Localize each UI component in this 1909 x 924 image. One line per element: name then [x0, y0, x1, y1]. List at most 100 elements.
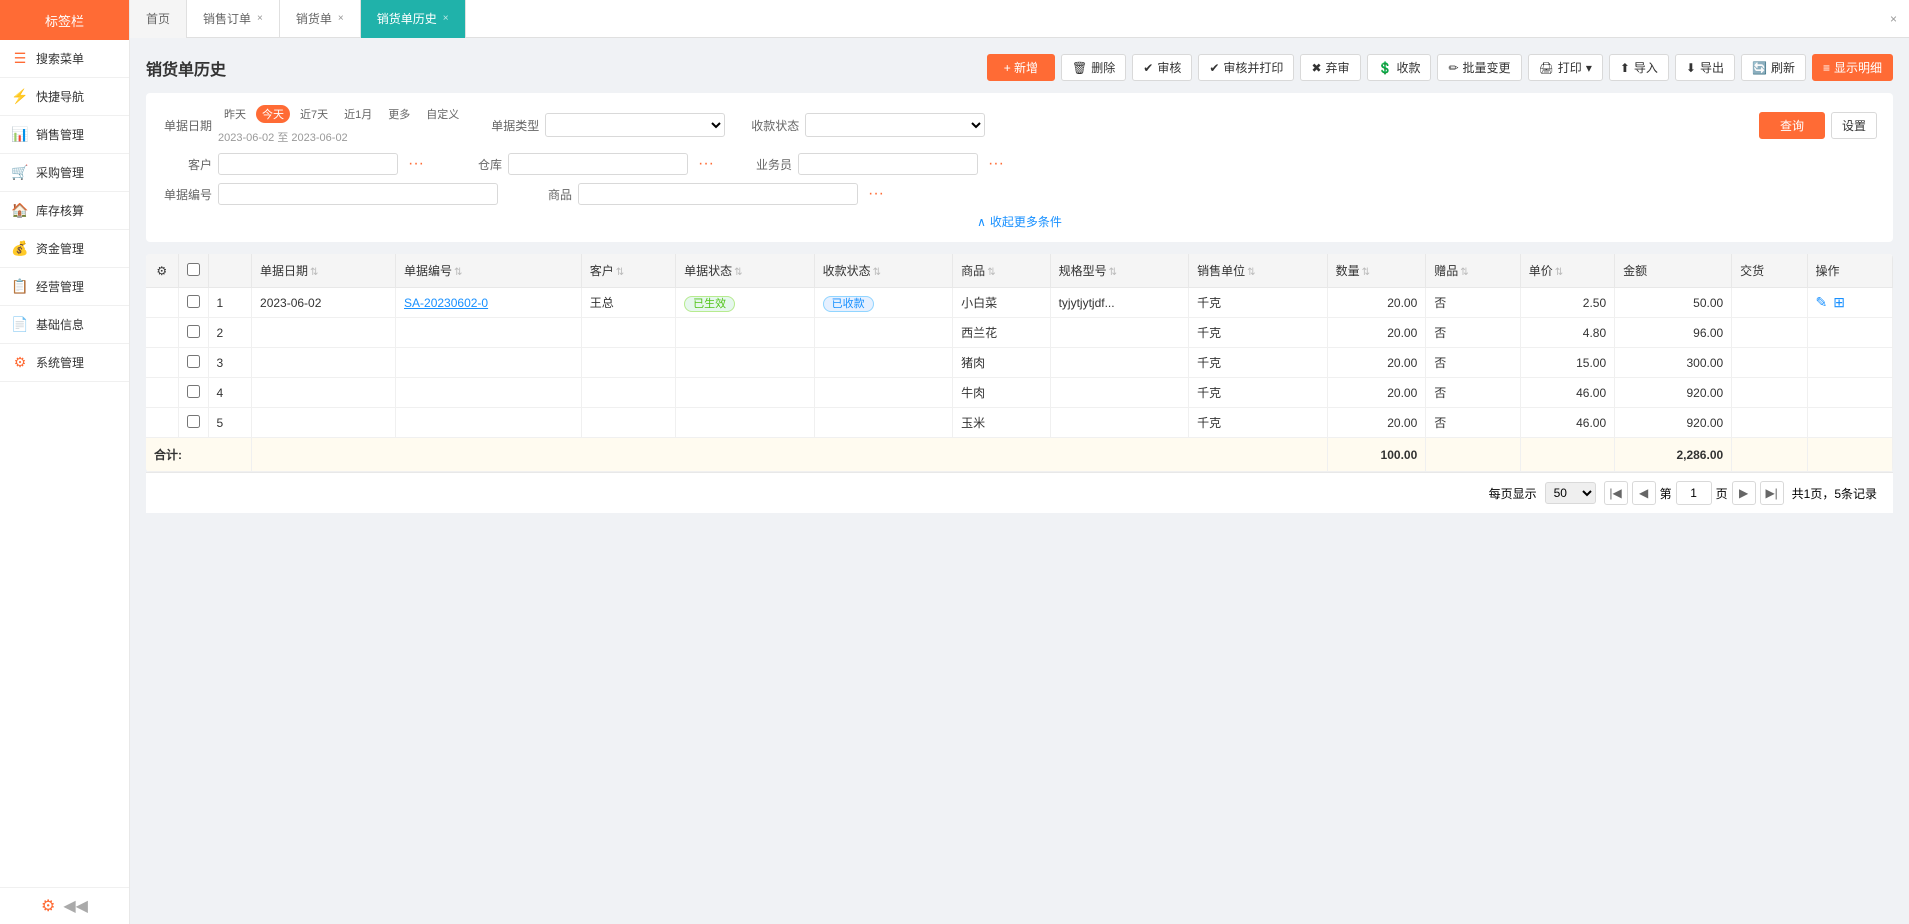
warehouse-dots[interactable]: ···: [694, 155, 718, 173]
th-gift[interactable]: 赠品⇅: [1426, 254, 1520, 288]
shortcut-1month[interactable]: 近1月: [338, 105, 378, 123]
show-detail-button[interactable]: ≡ 显示明细: [1812, 54, 1893, 81]
abandon-button[interactable]: ✖ 弃审: [1300, 54, 1360, 81]
td-checkbox[interactable]: [178, 378, 208, 408]
td-doc-no[interactable]: [396, 408, 582, 438]
doc-type-select[interactable]: [545, 113, 725, 137]
td-qty: 20.00: [1327, 348, 1426, 378]
sidebar-item-purchase-mgmt[interactable]: 🛒 采购管理: [0, 154, 129, 192]
th-qty[interactable]: 数量⇅: [1327, 254, 1426, 288]
th-goods[interactable]: 商品⇅: [953, 254, 1050, 288]
review-print-button[interactable]: ✔ 审核并打印: [1198, 54, 1294, 81]
shortcut-yesterday[interactable]: 昨天: [218, 105, 252, 123]
tab-sales-goods[interactable]: 销货单 ×: [280, 0, 361, 38]
sidebar-item-system-mgmt[interactable]: ⚙ 系统管理: [0, 344, 129, 382]
customer-input[interactable]: [218, 153, 398, 175]
prev-page-button[interactable]: ◀: [1632, 481, 1656, 505]
export-button[interactable]: ⬇ 导出: [1675, 54, 1735, 81]
td-unit: 千克: [1189, 408, 1328, 438]
row-checkbox[interactable]: [187, 325, 200, 338]
sidebar-item-sales-mgmt[interactable]: 📊 销售管理: [0, 116, 129, 154]
td-checkbox[interactable]: [178, 408, 208, 438]
td-doc-no[interactable]: [396, 318, 582, 348]
th-pay-status[interactable]: 收款状态⇅: [814, 254, 953, 288]
new-button[interactable]: + 新增: [987, 54, 1055, 81]
summary-label: 合计:: [146, 438, 252, 472]
first-page-button[interactable]: |◀: [1604, 481, 1628, 505]
th-date[interactable]: 单据日期⇅: [252, 254, 396, 288]
shortcut-more[interactable]: 更多: [382, 105, 416, 123]
doc-no-input[interactable]: [218, 183, 498, 205]
last-page-button[interactable]: ▶|: [1760, 481, 1784, 505]
sidebar-item-quick-nav[interactable]: ⚡ 快捷导航: [0, 78, 129, 116]
customer-dots[interactable]: ···: [404, 155, 428, 173]
next-page-button[interactable]: ▶: [1732, 481, 1756, 505]
collapse-button[interactable]: ∧ 收起更多条件: [162, 213, 1877, 230]
th-unit[interactable]: 销售单位⇅: [1189, 254, 1328, 288]
td-customer: [581, 408, 675, 438]
td-checkbox[interactable]: [178, 348, 208, 378]
tab-home[interactable]: 首页: [130, 0, 187, 38]
warehouse-input[interactable]: [508, 153, 688, 175]
sidebar-item-search-menu[interactable]: ☰ 搜索菜单: [0, 40, 129, 78]
select-all-checkbox[interactable]: [187, 263, 200, 276]
print-button[interactable]: 🖨 打印 ▾: [1528, 54, 1603, 81]
shortcut-custom[interactable]: 自定义: [420, 105, 465, 123]
shortcut-7days[interactable]: 近7天: [294, 105, 334, 123]
td-checkbox[interactable]: [178, 318, 208, 348]
batch-change-button[interactable]: ✏ 批量变更: [1437, 54, 1521, 81]
tab-close-sales-history[interactable]: ×: [443, 13, 449, 24]
tab-sales-order[interactable]: 销售订单 ×: [187, 0, 280, 38]
import-button[interactable]: ⬆ 导入: [1609, 54, 1669, 81]
system-icon: ⚙: [12, 355, 28, 371]
review-button[interactable]: ✔ 审核: [1132, 54, 1192, 81]
row-checkbox[interactable]: [187, 355, 200, 368]
delete-button[interactable]: 🗑 删除: [1061, 54, 1126, 81]
row-checkbox[interactable]: [187, 385, 200, 398]
td-gear: [146, 318, 178, 348]
sidebar-item-finance[interactable]: 💰 资金管理: [0, 230, 129, 268]
goods-dots[interactable]: ···: [864, 185, 888, 203]
sidebar-settings-icon[interactable]: ⚙: [41, 896, 55, 916]
page-size-select[interactable]: 50 100: [1545, 482, 1596, 504]
filter-customer: 客户 ···: [162, 153, 428, 175]
sidebar-item-label: 资金管理: [36, 240, 84, 257]
row-checkbox[interactable]: [187, 415, 200, 428]
th-spec-type[interactable]: 规格型号⇅: [1050, 254, 1189, 288]
sidebar-item-operations[interactable]: 📋 经营管理: [0, 268, 129, 306]
sidebar-item-basic-info[interactable]: 📄 基础信息: [0, 306, 129, 344]
th-doc-status[interactable]: 单据状态⇅: [676, 254, 815, 288]
delete-label: 删除: [1091, 59, 1115, 76]
td-doc-no[interactable]: SA-20230602-0: [396, 288, 582, 318]
page-number-input[interactable]: [1676, 481, 1712, 505]
query-button[interactable]: 查询: [1759, 112, 1825, 139]
doc-no-link[interactable]: SA-20230602-0: [404, 296, 488, 310]
sidebar-item-inventory[interactable]: 🏠 库存核算: [0, 192, 129, 230]
agent-dots[interactable]: ···: [984, 155, 1008, 173]
goods-input[interactable]: [578, 183, 858, 205]
th-customer[interactable]: 客户⇅: [581, 254, 675, 288]
row-checkbox[interactable]: [187, 295, 200, 308]
tab-sales-history[interactable]: 销货单历史 ×: [361, 0, 466, 38]
th-checkbox[interactable]: [178, 254, 208, 288]
th-gear[interactable]: ⚙: [146, 254, 178, 288]
shortcut-today[interactable]: 今天: [256, 105, 290, 123]
tab-close-sales-order[interactable]: ×: [257, 13, 263, 24]
th-doc-no[interactable]: 单据编号⇅: [396, 254, 582, 288]
th-price[interactable]: 单价⇅: [1520, 254, 1614, 288]
sidebar-item-label: 搜索菜单: [36, 50, 84, 67]
settings-button[interactable]: 设置: [1831, 112, 1877, 139]
collect-button[interactable]: 💲 收款: [1367, 54, 1432, 81]
table-header-row: ⚙ 单据日期⇅ 单据编号⇅ 客户⇅ 单据状态⇅ 收款状态⇅ 商品⇅ 规格型号⇅ …: [146, 254, 1893, 288]
td-checkbox[interactable]: [178, 288, 208, 318]
tab-close-sales-goods[interactable]: ×: [338, 13, 344, 24]
action-icon[interactable]: ✎: [1816, 294, 1828, 311]
td-doc-no[interactable]: [396, 378, 582, 408]
refresh-button[interactable]: 🔄 刷新: [1741, 54, 1806, 81]
action-icon[interactable]: ⊞: [1833, 294, 1845, 311]
sidebar-collapse-icon[interactable]: ◀◀: [63, 896, 88, 916]
td-doc-no[interactable]: [396, 348, 582, 378]
pay-status-select[interactable]: [805, 113, 985, 137]
close-all-tabs-button[interactable]: ×: [1878, 12, 1909, 26]
agent-input[interactable]: [798, 153, 978, 175]
